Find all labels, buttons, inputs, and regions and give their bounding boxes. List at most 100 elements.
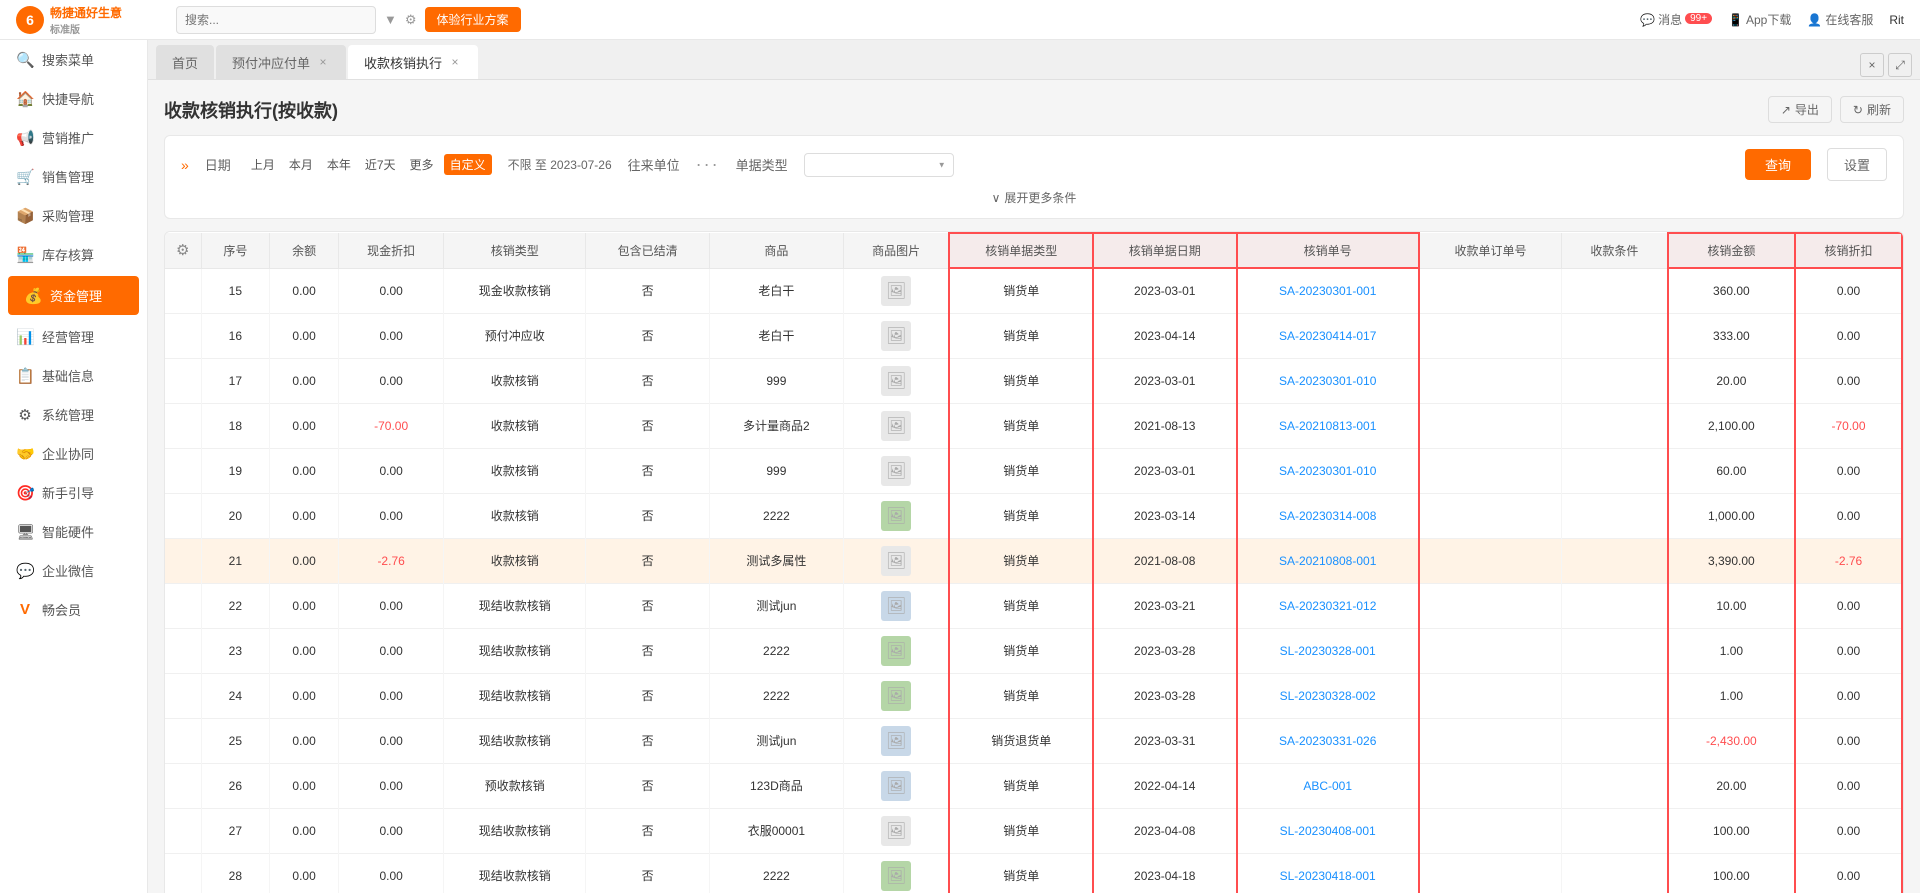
counterpart-label: 往来单位 bbox=[628, 155, 680, 174]
tab-home[interactable]: 首页 bbox=[156, 45, 214, 79]
td-checkbox[interactable] bbox=[165, 583, 201, 628]
td-checkbox[interactable] bbox=[165, 403, 201, 448]
date-btn-this-month[interactable]: 本月 bbox=[285, 154, 317, 175]
query-btn[interactable]: 查询 bbox=[1745, 149, 1811, 180]
expand-more-row: ∨ 展开更多条件 bbox=[181, 189, 1887, 206]
sidebar-item-guide[interactable]: 🎯 新手引导 bbox=[0, 473, 147, 512]
online-service[interactable]: 👤 在线客服 bbox=[1807, 11, 1873, 28]
voucher-no-link[interactable]: SL-20230418-001 bbox=[1280, 869, 1376, 883]
voucher-no-link[interactable]: SL-20230328-002 bbox=[1280, 689, 1376, 703]
voucher-no-link[interactable]: SL-20230408-001 bbox=[1280, 824, 1376, 838]
td-balance: 0.00 bbox=[270, 808, 339, 853]
goods-image: 🖼 bbox=[881, 726, 911, 756]
sidebar-item-business[interactable]: 📊 经营管理 bbox=[0, 317, 147, 356]
table-gear-icon[interactable]: ⚙ bbox=[176, 242, 189, 259]
date-btn-more[interactable]: 更多 bbox=[406, 154, 438, 175]
voucher-no-link[interactable]: SA-20230301-001 bbox=[1279, 284, 1376, 298]
td-voucher-no[interactable]: SL-20230418-001 bbox=[1237, 853, 1419, 893]
td-checkbox[interactable] bbox=[165, 268, 201, 313]
td-checkbox[interactable] bbox=[165, 673, 201, 718]
sidebar-item-inventory[interactable]: 🏪 库存核算 bbox=[0, 235, 147, 274]
td-voucher-no[interactable]: SA-20210808-001 bbox=[1237, 538, 1419, 583]
td-balance: 0.00 bbox=[270, 493, 339, 538]
voucher-no-link[interactable]: SA-20230301-010 bbox=[1279, 464, 1376, 478]
tab-close-all-btn[interactable]: × bbox=[1860, 53, 1884, 77]
settings-icon[interactable]: ⚙ bbox=[405, 12, 417, 28]
date-btn-custom[interactable]: 自定义 bbox=[444, 154, 492, 175]
td-checkbox[interactable] bbox=[165, 808, 201, 853]
voucher-no-link[interactable]: ABC-001 bbox=[1303, 779, 1352, 793]
td-voucher-no[interactable]: SA-20230414-017 bbox=[1237, 313, 1419, 358]
sidebar-item-wechat[interactable]: 💬 企业微信 bbox=[0, 551, 147, 590]
app-download[interactable]: 📱 App下载 bbox=[1728, 11, 1791, 28]
sidebar-item-search-menu[interactable]: 🔍 搜索菜单 bbox=[0, 40, 147, 79]
td-voucher-no[interactable]: SA-20230321-012 bbox=[1237, 583, 1419, 628]
sidebar-item-purchase[interactable]: 📦 采购管理 bbox=[0, 196, 147, 235]
td-voucher-no[interactable]: SA-20210813-001 bbox=[1237, 403, 1419, 448]
sidebar-item-system[interactable]: ⚙ 系统管理 bbox=[0, 395, 147, 434]
sidebar-item-basic-info[interactable]: 📋 基础信息 bbox=[0, 356, 147, 395]
sidebar-item-finance[interactable]: 💰 资金管理 bbox=[8, 276, 139, 315]
td-checkbox[interactable] bbox=[165, 763, 201, 808]
td-voucher-no[interactable]: SL-20230328-002 bbox=[1237, 673, 1419, 718]
td-checkbox[interactable] bbox=[165, 448, 201, 493]
tab-fullscreen-btn[interactable]: ⤢ bbox=[1888, 53, 1912, 77]
sidebar-item-member[interactable]: V 畅会员 bbox=[0, 590, 147, 629]
filter-expand-toggle[interactable]: » bbox=[181, 157, 189, 173]
home-icon: 🏠 bbox=[16, 90, 34, 108]
voucher-no-link[interactable]: SL-20230328-001 bbox=[1280, 644, 1376, 658]
expand-more-btn[interactable]: ∨ 展开更多条件 bbox=[992, 189, 1077, 206]
voucher-no-link[interactable]: SA-20230301-010 bbox=[1279, 374, 1376, 388]
td-cash-discount: 0.00 bbox=[338, 583, 443, 628]
refresh-btn[interactable]: ↻ 刷新 bbox=[1840, 96, 1904, 123]
td-voucher-no[interactable]: SA-20230331-026 bbox=[1237, 718, 1419, 763]
td-voucher-no[interactable]: SL-20230328-001 bbox=[1237, 628, 1419, 673]
voucher-no-link[interactable]: SA-20230321-012 bbox=[1279, 599, 1376, 613]
td-checkbox[interactable] bbox=[165, 538, 201, 583]
td-checkbox[interactable] bbox=[165, 718, 201, 763]
voucher-no-link[interactable]: SA-20230331-026 bbox=[1279, 734, 1376, 748]
setting-btn[interactable]: 设置 bbox=[1827, 148, 1887, 181]
td-cash-discount: 0.00 bbox=[338, 763, 443, 808]
sidebar-item-smart-hw[interactable]: 🖥 智能硬件 bbox=[0, 512, 147, 551]
td-checkbox[interactable] bbox=[165, 313, 201, 358]
td-checkbox[interactable] bbox=[165, 628, 201, 673]
td-checkbox[interactable] bbox=[165, 493, 201, 538]
td-voucher-no[interactable]: SA-20230301-010 bbox=[1237, 448, 1419, 493]
td-checkbox[interactable] bbox=[165, 358, 201, 403]
td-voucher-no[interactable]: SA-20230314-008 bbox=[1237, 493, 1419, 538]
search-input[interactable] bbox=[176, 6, 376, 34]
th-settings[interactable]: ⚙ bbox=[165, 233, 201, 268]
td-settled: 否 bbox=[586, 718, 710, 763]
date-btn-7days[interactable]: 近7天 bbox=[361, 154, 400, 175]
message-area[interactable]: 💬 消息 99+ bbox=[1640, 11, 1712, 28]
tab-prepay-close[interactable]: × bbox=[316, 55, 330, 69]
td-goods: 老白干 bbox=[709, 313, 843, 358]
td-voucher-no[interactable]: SA-20230301-001 bbox=[1237, 268, 1419, 313]
voucher-no-link[interactable]: SA-20210808-001 bbox=[1279, 554, 1376, 568]
sidebar-item-quick-nav[interactable]: 🏠 快捷导航 bbox=[0, 79, 147, 118]
industry-btn[interactable]: 体验行业方案 bbox=[425, 7, 521, 32]
voucher-no-link[interactable]: SA-20210813-001 bbox=[1279, 419, 1376, 433]
sidebar-item-sales[interactable]: 🛒 销售管理 bbox=[0, 157, 147, 196]
tab-receipt-close[interactable]: × bbox=[448, 55, 462, 69]
sidebar-item-marketing[interactable]: 📢 营销推广 bbox=[0, 118, 147, 157]
date-btn-last-month[interactable]: 上月 bbox=[247, 154, 279, 175]
date-btn-this-year[interactable]: 本年 bbox=[323, 154, 355, 175]
export-btn[interactable]: ↗ 导出 bbox=[1768, 96, 1832, 123]
search-dropdown-icon[interactable]: ▼ bbox=[384, 12, 397, 27]
voucher-no-link[interactable]: SA-20230314-008 bbox=[1279, 509, 1376, 523]
td-voucher-no[interactable]: SL-20230408-001 bbox=[1237, 808, 1419, 853]
td-voucher-date: 2023-03-28 bbox=[1093, 628, 1237, 673]
user-name[interactable]: Rit bbox=[1889, 13, 1904, 27]
voucher-no-link[interactable]: SA-20230414-017 bbox=[1279, 329, 1376, 343]
td-no: 24 bbox=[201, 673, 270, 718]
td-voucher-no[interactable]: ABC-001 bbox=[1237, 763, 1419, 808]
td-checkbox[interactable] bbox=[165, 853, 201, 893]
sidebar-item-enterprise[interactable]: 🤝 企业协同 bbox=[0, 434, 147, 473]
tab-receipt[interactable]: 收款核销执行 × bbox=[348, 45, 478, 79]
tab-prepay[interactable]: 预付冲应付单 × bbox=[216, 45, 346, 79]
voucher-type-select[interactable] bbox=[804, 153, 954, 177]
td-voucher-no[interactable]: SA-20230301-010 bbox=[1237, 358, 1419, 403]
td-goods-img: 🖼 bbox=[843, 808, 949, 853]
